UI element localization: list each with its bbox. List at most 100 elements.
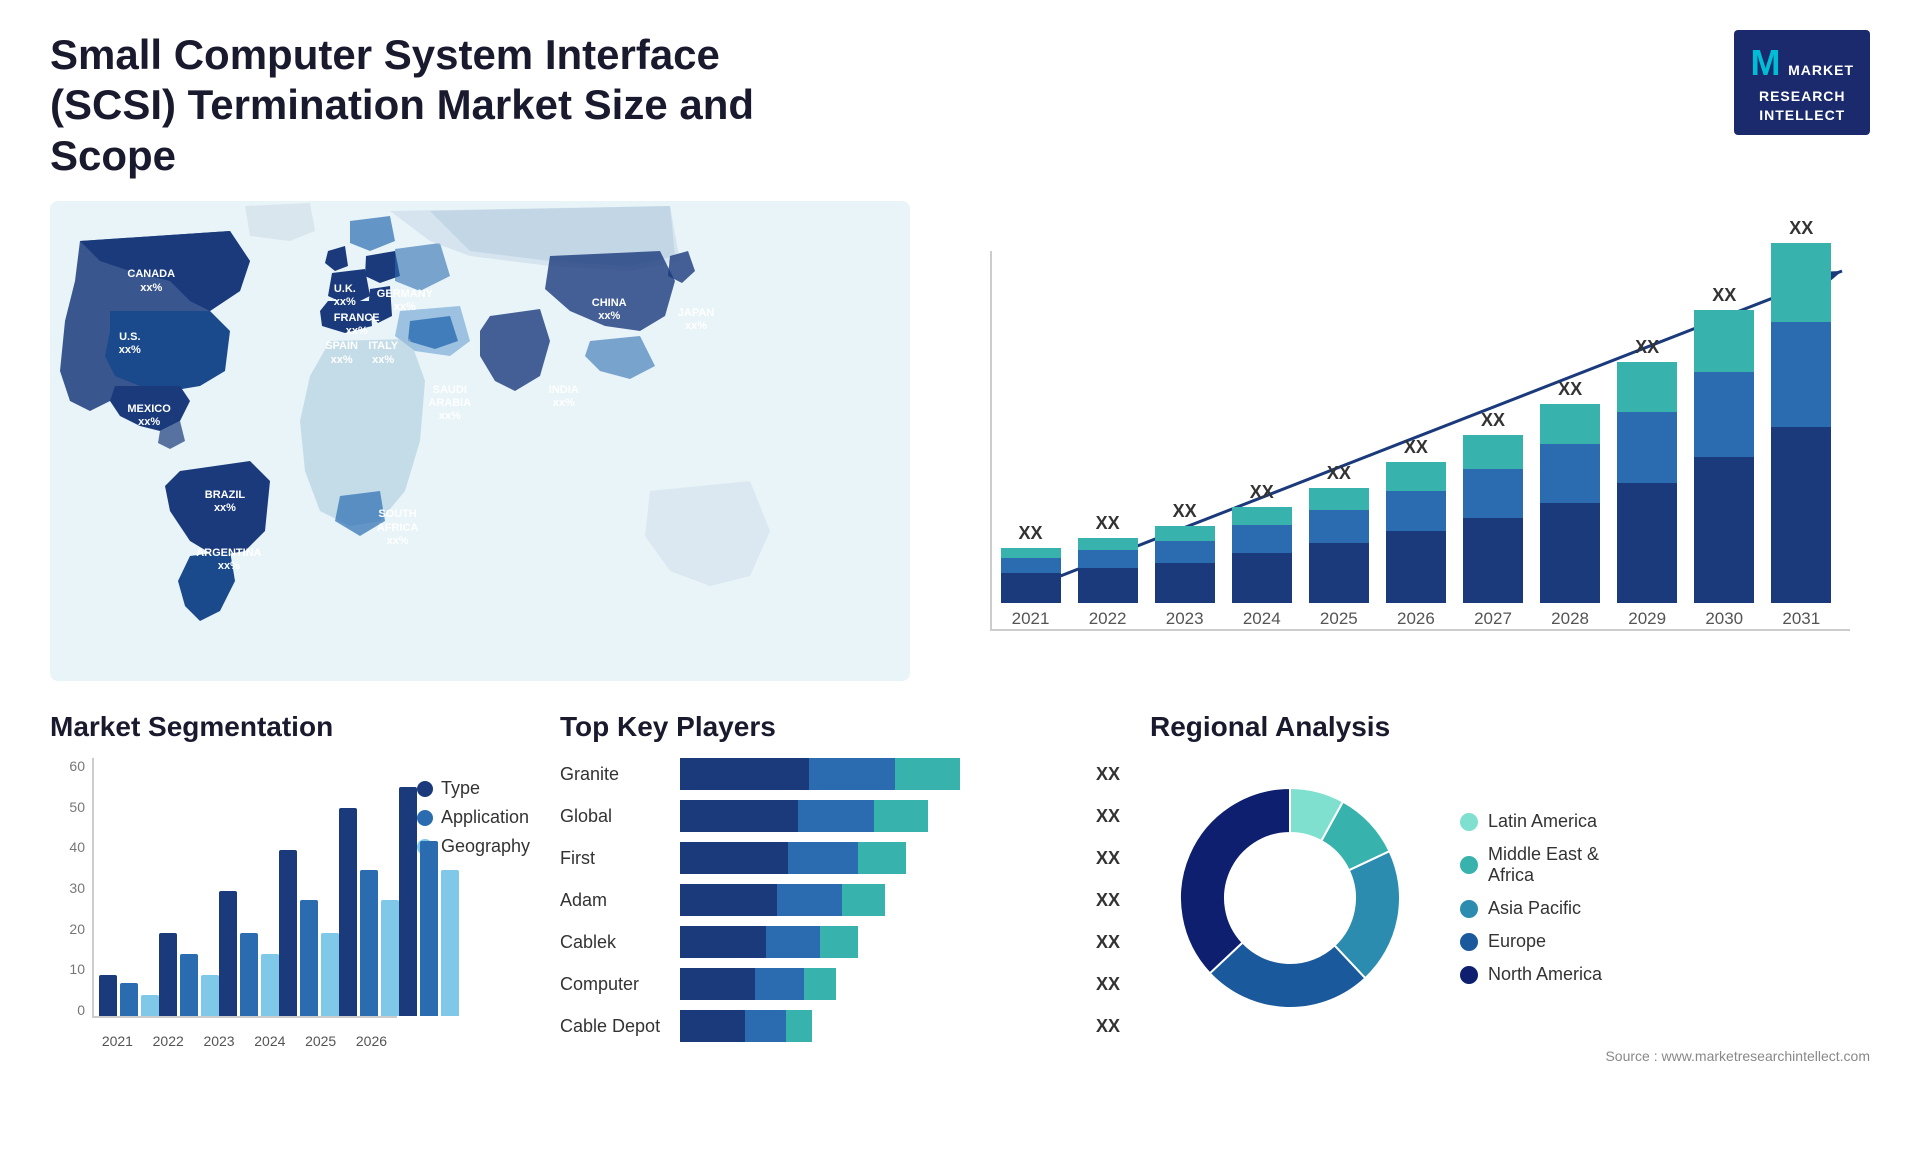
- map-country-label: U.K. xx%: [334, 283, 356, 309]
- map-country-label: CANADA xx%: [127, 268, 175, 294]
- seg-bar: [321, 933, 339, 1016]
- map-country-label: GERMANY xx%: [377, 288, 433, 314]
- seg-group: [99, 975, 159, 1017]
- bar-chart-section: XX2021XX2022XX2023XX2024XX2025XX2026XX20…: [940, 201, 1870, 681]
- seg-x-label: 2022: [153, 1033, 184, 1049]
- page-title: Small Computer System Interface (SCSI) T…: [50, 30, 850, 181]
- player-bar-container: [680, 968, 1078, 1000]
- bar-segment: [1232, 553, 1292, 603]
- bar-segment: [1155, 526, 1215, 541]
- bar-chart-container: XX2021XX2022XX2023XX2024XX2025XX2026XX20…: [940, 201, 1870, 681]
- bar-segment: [1155, 563, 1215, 603]
- bar-segment: [1386, 491, 1446, 531]
- bar-x-label: 2031: [1782, 609, 1820, 629]
- bar-segment: [1232, 525, 1292, 553]
- map-country-label: ITALY xx%: [368, 340, 398, 366]
- bar-segment: [1617, 412, 1677, 482]
- bar-segment: [1463, 469, 1523, 517]
- bar-segment: [1232, 507, 1292, 525]
- bar-value-label: XX: [1789, 218, 1813, 239]
- bar-segment: [1386, 531, 1446, 603]
- player-bar-container: [680, 758, 1078, 790]
- bar-x-label: 2030: [1705, 609, 1743, 629]
- player-value-label: XX: [1096, 932, 1120, 953]
- bar-group: XX2028: [1540, 379, 1600, 629]
- bar-segment: [1463, 435, 1523, 469]
- logo-area: M MARKETRESEARCHINTELLECT: [1734, 30, 1870, 135]
- player-value-label: XX: [1096, 890, 1120, 911]
- bar-segment: [1540, 404, 1600, 444]
- bar-group: XX2025: [1309, 463, 1369, 630]
- bar-segment: [1155, 541, 1215, 563]
- bar-segment: [1694, 372, 1754, 457]
- seg-bar: [300, 900, 318, 1017]
- seg-bar: [381, 900, 399, 1017]
- player-bar-segment: [798, 800, 873, 832]
- player-name: Granite: [560, 764, 670, 785]
- seg-group: [279, 850, 339, 1017]
- map-country-label: BRAZIL xx%: [205, 489, 245, 515]
- logo-m-icon: M: [1750, 40, 1780, 87]
- donut-chart-svg: [1150, 758, 1430, 1038]
- bar-segment: [1078, 550, 1138, 568]
- map-country-label: INDIA xx%: [549, 384, 579, 410]
- bar-stack: [1155, 526, 1215, 603]
- player-name: Computer: [560, 974, 670, 995]
- bar-value-label: XX: [1635, 337, 1659, 358]
- bar-group: XX2024: [1232, 482, 1292, 630]
- player-bar-segment: [809, 758, 895, 790]
- bar-x-label: 2029: [1628, 609, 1666, 629]
- bar-segment: [1001, 548, 1061, 558]
- map-country-label: U.S. xx%: [119, 331, 141, 357]
- bar-segment: [1771, 427, 1831, 603]
- player-name: Adam: [560, 890, 670, 911]
- bar-x-label: 2026: [1397, 609, 1435, 629]
- y-label-50: 50: [69, 799, 85, 815]
- map-container: CANADA xx%U.S. xx%MEXICO xx%BRAZIL xx%AR…: [50, 201, 910, 681]
- seg-group: [399, 787, 459, 1016]
- bar-stack: [1540, 404, 1600, 603]
- seg-x-label: 2026: [356, 1033, 387, 1049]
- legend-asia-pacific: Asia Pacific: [1460, 898, 1602, 919]
- player-bar-segment: [745, 1010, 786, 1042]
- seg-x-label: 2023: [203, 1033, 234, 1049]
- seg-bar: [159, 933, 177, 1016]
- bar-x-label: 2027: [1474, 609, 1512, 629]
- bar-group: XX 2026: [1386, 437, 1446, 629]
- player-bar-segment: [680, 968, 755, 1000]
- legend-label-asia: Asia Pacific: [1488, 898, 1581, 919]
- seg-bar: [99, 975, 117, 1017]
- map-labels: CANADA xx%U.S. xx%MEXICO xx%BRAZIL xx%AR…: [50, 201, 910, 681]
- seg-bar: [399, 787, 417, 1016]
- seg-x-label: 2025: [305, 1033, 336, 1049]
- map-country-label: SOUTH AFRICA xx%: [377, 508, 419, 548]
- bar-stack: [1617, 362, 1677, 603]
- bar-value-label: XX: [1019, 523, 1043, 544]
- bar-segment: [1078, 568, 1138, 603]
- bar-value-label: XX: [1481, 410, 1505, 431]
- bar-segment: [1001, 573, 1061, 603]
- bar-segment: [1309, 543, 1369, 603]
- player-name: Global: [560, 806, 670, 827]
- bar-group: XX2021: [1001, 523, 1061, 629]
- y-label-20: 20: [69, 921, 85, 937]
- bar-stack: [1771, 243, 1831, 603]
- map-section: CANADA xx%U.S. xx%MEXICO xx%BRAZIL xx%AR…: [50, 201, 910, 681]
- player-bar-segment: [786, 1010, 813, 1042]
- map-country-label: CHINA xx%: [592, 297, 627, 323]
- segmentation-title: Market Segmentation: [50, 711, 530, 743]
- player-row: ComputerXX: [560, 968, 1120, 1000]
- donut-container: Latin America Middle East &Africa Asia P…: [1150, 758, 1870, 1038]
- bar-stack: [1078, 538, 1138, 603]
- player-bar-segment: [680, 800, 798, 832]
- bar-value-label: XX: [1558, 379, 1582, 400]
- bar-value-label: XX: [1404, 437, 1428, 458]
- bar-group: XX 2027: [1463, 410, 1523, 629]
- bottom-row: Market Segmentation 60 50 40 30 20 10 0: [50, 711, 1870, 1131]
- regional-title: Regional Analysis: [1150, 711, 1870, 743]
- player-bar-container: [680, 884, 1078, 916]
- player-bar-container: [680, 926, 1078, 958]
- legend-europe: Europe: [1460, 931, 1602, 952]
- bar-segment: [1309, 488, 1369, 510]
- player-row: GlobalXX: [560, 800, 1120, 832]
